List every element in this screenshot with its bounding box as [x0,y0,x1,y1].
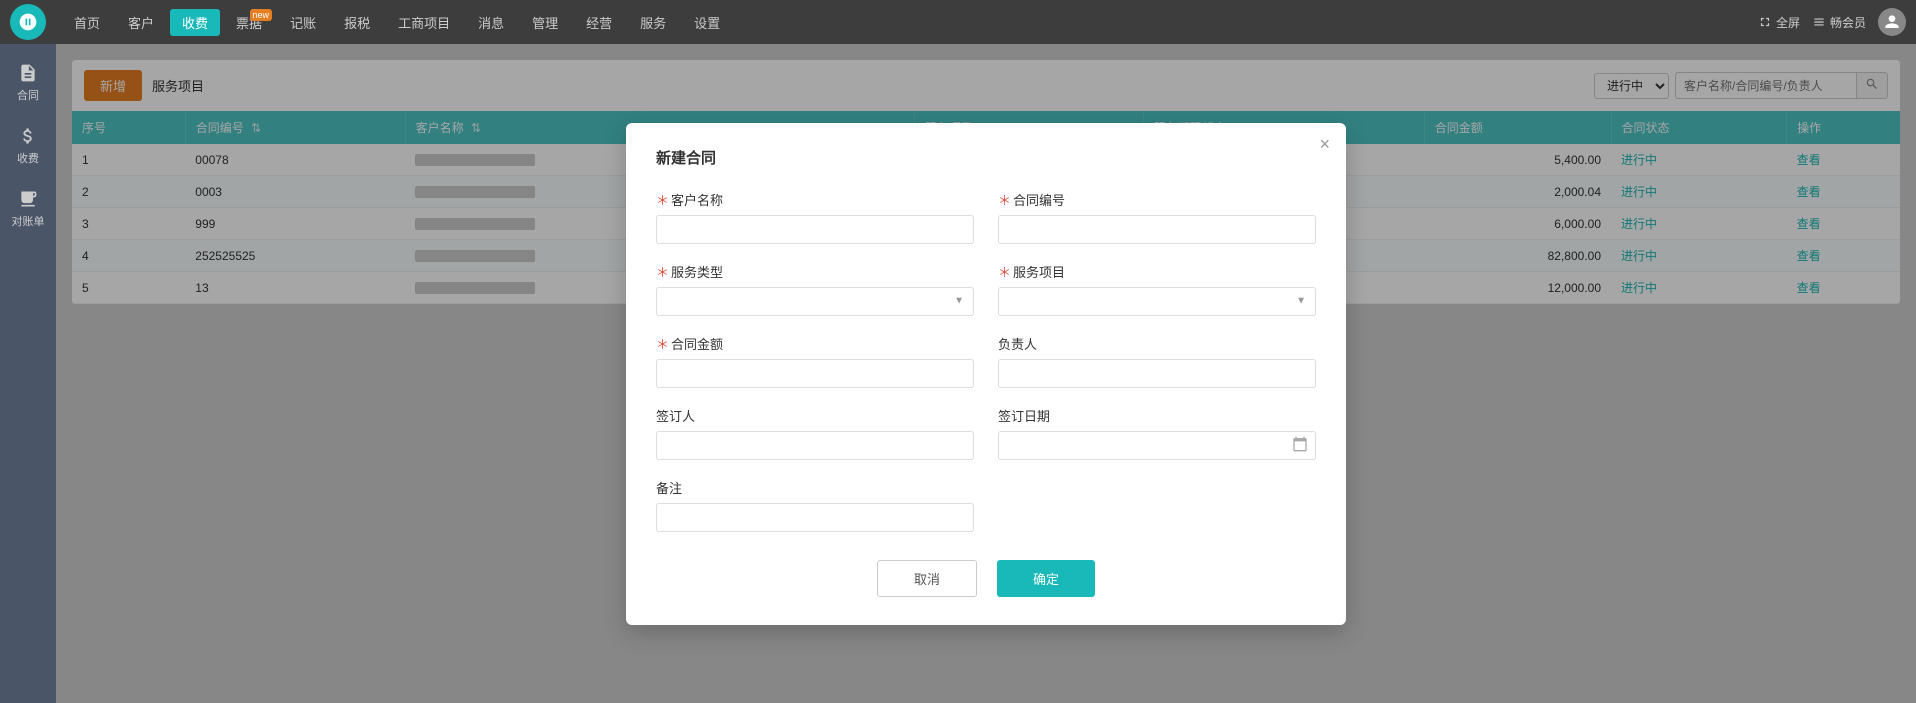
fullscreen-button[interactable]: 全屏 [1758,14,1800,31]
customer-name-label: 客户名称 [671,190,723,209]
modal-overlay: × 新建合同 ＊ 客户名称 ＊ 合同编号 [56,44,1916,703]
contract-icon [17,62,39,84]
service-item-label: 服务项目 [1013,262,1065,281]
responsible-person-input[interactable] [998,359,1316,388]
cancel-button[interactable]: 取消 [877,560,977,597]
customer-required-mark: ＊ [656,190,669,209]
nav-right: 全屏 畅会员 [1758,8,1906,36]
logo [10,4,46,40]
sidebar-item-statement[interactable]: 对账单 [2,180,54,237]
nav-tax[interactable]: 报税 [332,9,382,36]
form-row-4: 签订人 签订日期 2023-06-06 [656,406,1316,460]
responsible-person-field: 负责人 [998,334,1316,388]
top-navigation: 首页 客户 收费 票据 new 记账 报税 工商项目 消息 管理 经营 服务 设… [0,0,1916,44]
avatar[interactable] [1878,8,1906,36]
sidebar-fee-label: 收费 [17,150,39,166]
contract-no-input[interactable] [998,215,1316,244]
nav-home[interactable]: 首页 [62,9,112,36]
form-row-2: ＊ 服务类型 ＊ 服务项目 [656,262,1316,316]
signer-input[interactable] [656,431,974,460]
sign-date-label: 签订日期 [998,406,1050,425]
sidebar-statement-label: 对账单 [12,213,45,229]
contract-amount-label: 合同金额 [671,334,723,353]
remark-field: 备注 [656,478,974,532]
contract-amount-field: ＊ 合同金额 0.00 [656,334,974,388]
service-type-label: 服务类型 [671,262,723,281]
new-contract-modal: × 新建合同 ＊ 客户名称 ＊ 合同编号 [626,123,1346,625]
service-type-field: ＊ 服务类型 [656,262,974,316]
service-item-select-wrapper [998,287,1316,316]
signer-field: 签订人 [656,406,974,460]
sidebar-item-contract[interactable]: 合同 [2,54,54,111]
responsible-person-label: 负责人 [998,334,1037,353]
confirm-button[interactable]: 确定 [997,560,1095,597]
nav-operation[interactable]: 经营 [574,9,624,36]
contract-no-field: ＊ 合同编号 [998,190,1316,244]
contract-amount-input[interactable]: 0.00 [656,359,974,388]
contract-no-required-mark: ＊ [998,190,1011,209]
fee-icon [17,125,39,147]
service-type-select-wrapper [656,287,974,316]
nav-business[interactable]: 工商项目 [386,9,462,36]
statement-icon [17,188,39,210]
nav-client[interactable]: 客户 [116,9,166,36]
fullscreen-label: 全屏 [1776,14,1800,31]
sign-date-wrapper: 2023-06-06 [998,431,1316,460]
nav-ticket[interactable]: 票据 new [224,9,274,36]
new-badge: new [250,9,273,21]
content-area: 新增 服务项目 进行中 已完成 已终止 [56,44,1916,703]
nav-fee[interactable]: 收费 [170,9,220,36]
nav-message[interactable]: 消息 [466,9,516,36]
form-row-3: ＊ 合同金额 0.00 负责人 [656,334,1316,388]
calendar-icon[interactable] [1292,436,1308,455]
service-item-required-mark: ＊ [998,262,1011,281]
service-item-select[interactable] [998,287,1316,316]
member-button[interactable]: 畅会员 [1812,14,1866,31]
sidebar: 合同 收费 对账单 [0,44,56,703]
amount-required-mark: ＊ [656,334,669,353]
modal-close-button[interactable]: × [1319,135,1330,153]
modal-footer: 取消 确定 [656,560,1316,597]
nav-menu: 首页 客户 收费 票据 new 记账 报税 工商项目 消息 管理 经营 服务 设… [62,9,1758,36]
modal-title: 新建合同 [656,147,1316,168]
form-row-1: ＊ 客户名称 ＊ 合同编号 [656,190,1316,244]
service-type-select[interactable] [656,287,974,316]
remark-input[interactable] [656,503,974,532]
contract-no-label: 合同编号 [1013,190,1065,209]
sign-date-field: 签订日期 2023-06-06 [998,406,1316,460]
signer-label: 签订人 [656,406,695,425]
customer-name-input[interactable] [656,215,974,244]
sidebar-contract-label: 合同 [17,87,39,103]
nav-service[interactable]: 服务 [628,9,678,36]
service-item-field: ＊ 服务项目 [998,262,1316,316]
nav-settings[interactable]: 设置 [682,9,732,36]
member-label: 畅会员 [1830,14,1866,31]
nav-manage[interactable]: 管理 [520,9,570,36]
customer-name-field: ＊ 客户名称 [656,190,974,244]
sidebar-item-fee[interactable]: 收费 [2,117,54,174]
service-type-required-mark: ＊ [656,262,669,281]
nav-accounting[interactable]: 记账 [278,9,328,36]
sign-date-input[interactable]: 2023-06-06 [998,431,1316,460]
form-row-5: 备注 [656,478,1316,532]
remark-label: 备注 [656,478,682,497]
